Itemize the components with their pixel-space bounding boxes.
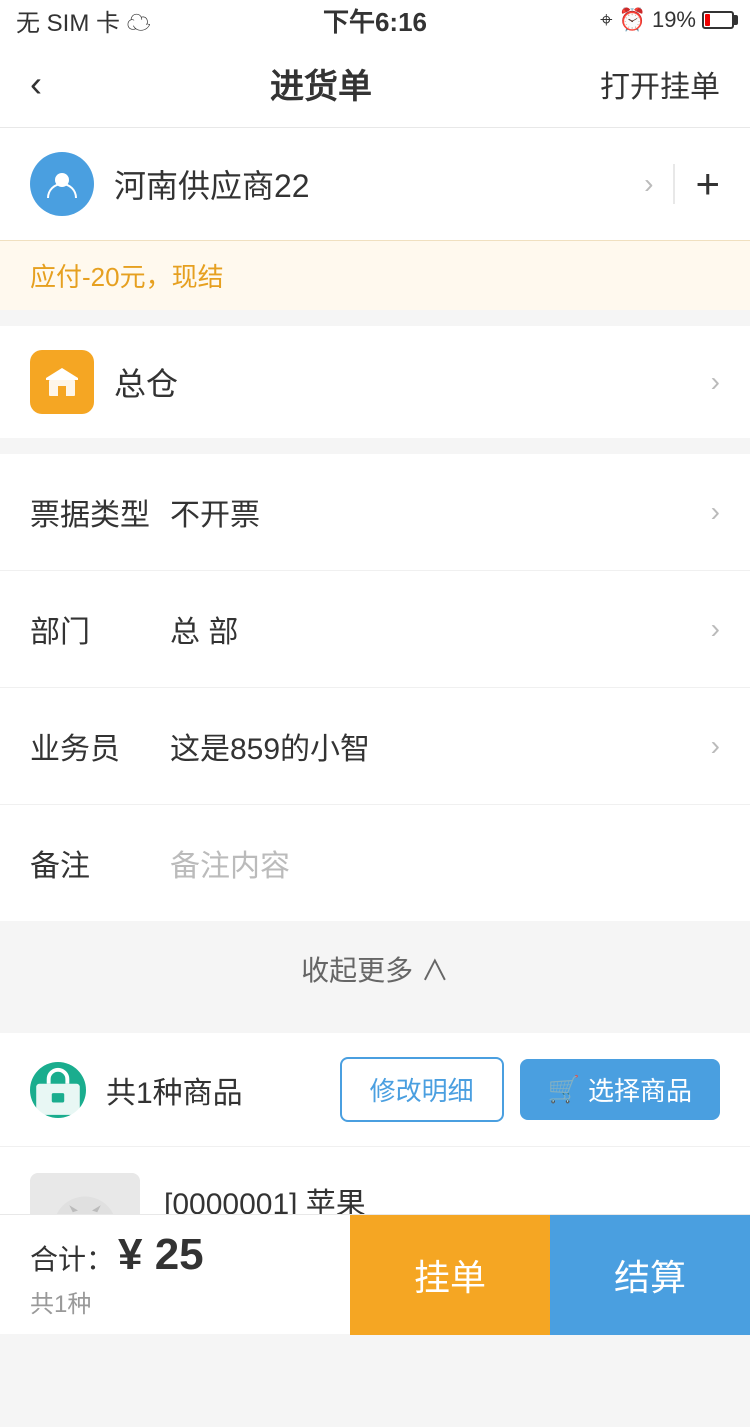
remark-value[interactable]: 备注内容 [170, 841, 720, 885]
checkout-button[interactable]: 结算 [550, 1215, 750, 1335]
invoice-type-label: 票据类型 [30, 490, 170, 534]
alarm-icon: ⏰ [619, 7, 646, 33]
location-icon: ⌖ [600, 7, 612, 33]
status-right: ⌖ ⏰ 19% [600, 7, 734, 33]
salesperson-row[interactable]: 业务员 这是859的小智 › [0, 688, 750, 805]
product-header: 共1种商品 修改明细 🛒 选择商品 [0, 1033, 750, 1147]
network-status: 无 SIM 卡 ☁ [16, 3, 151, 38]
warehouse-chevron-icon: › [711, 366, 720, 398]
department-label: 部门 [30, 607, 170, 651]
remark-label: 备注 [30, 841, 170, 885]
department-row[interactable]: 部门 总 部 › [0, 571, 750, 688]
total-amount: ¥ 25 [118, 1230, 204, 1280]
status-time: 下午6:16 [323, 2, 427, 39]
status-left: 无 SIM 卡 ☁ [16, 3, 151, 38]
page-title: 进货单 [270, 59, 372, 108]
supplier-avatar [30, 152, 94, 216]
total-label: 合计： [30, 1238, 114, 1278]
remark-row[interactable]: 备注 备注内容 [0, 805, 750, 921]
invoice-type-chevron-icon: › [711, 496, 720, 528]
supplier-divider [673, 164, 675, 204]
salesperson-chevron-icon: › [711, 730, 720, 762]
collapse-more-button[interactable]: 收起更多 ∧ [0, 921, 750, 1017]
nav-bar: ‹ 进货单 打开挂单 [0, 40, 750, 128]
select-product-label: 选择商品 [588, 1071, 692, 1108]
supplier-chevron-icon: › [644, 168, 653, 200]
total-count: 共1种 [30, 1284, 320, 1319]
warehouse-name: 总仓 [114, 359, 711, 405]
form-section: 票据类型 不开票 › 部门 总 部 › 业务员 这是859的小智 › 备注 备注… [0, 454, 750, 921]
salesperson-label: 业务员 [30, 724, 170, 768]
open-pending-button[interactable]: 打开挂单 [600, 62, 720, 106]
supplier-name: 河南供应商22 [114, 161, 644, 207]
status-bar: 无 SIM 卡 ☁ 下午6:16 ⌖ ⏰ 19% [0, 0, 750, 40]
invoice-type-value: 不开票 [170, 490, 711, 534]
modify-detail-button[interactable]: 修改明细 [340, 1057, 504, 1122]
back-button[interactable]: ‹ [30, 63, 42, 105]
hold-button[interactable]: 挂单 [350, 1215, 550, 1335]
notice-banner: 应付-20元，现结 [0, 240, 750, 310]
product-count: 共1种商品 [106, 1068, 340, 1112]
footer-total: 合计： ¥ 25 共1种 [0, 1230, 350, 1319]
footer: 合计： ¥ 25 共1种 挂单 结算 [0, 1214, 750, 1334]
invoice-type-row[interactable]: 票据类型 不开票 › [0, 454, 750, 571]
collapse-more-label: 收起更多 ∧ [301, 949, 449, 989]
checkout-button-label: 结算 [614, 1249, 686, 1301]
supplier-row[interactable]: 河南供应商22 › + [0, 128, 750, 240]
select-product-button[interactable]: 🛒 选择商品 [520, 1059, 720, 1120]
warehouse-section[interactable]: 总仓 › [0, 326, 750, 438]
supplier-section: 河南供应商22 › + 应付-20元，现结 [0, 128, 750, 310]
battery-icon [702, 11, 734, 29]
cart-icon: 🛒 [548, 1074, 580, 1105]
salesperson-value: 这是859的小智 [170, 724, 711, 768]
department-value: 总 部 [170, 607, 711, 651]
product-icon [30, 1062, 86, 1118]
add-supplier-button[interactable]: + [695, 163, 720, 205]
warehouse-icon [30, 350, 94, 414]
battery-level: 19% [652, 7, 696, 33]
hold-button-label: 挂单 [414, 1249, 486, 1301]
department-chevron-icon: › [711, 613, 720, 645]
